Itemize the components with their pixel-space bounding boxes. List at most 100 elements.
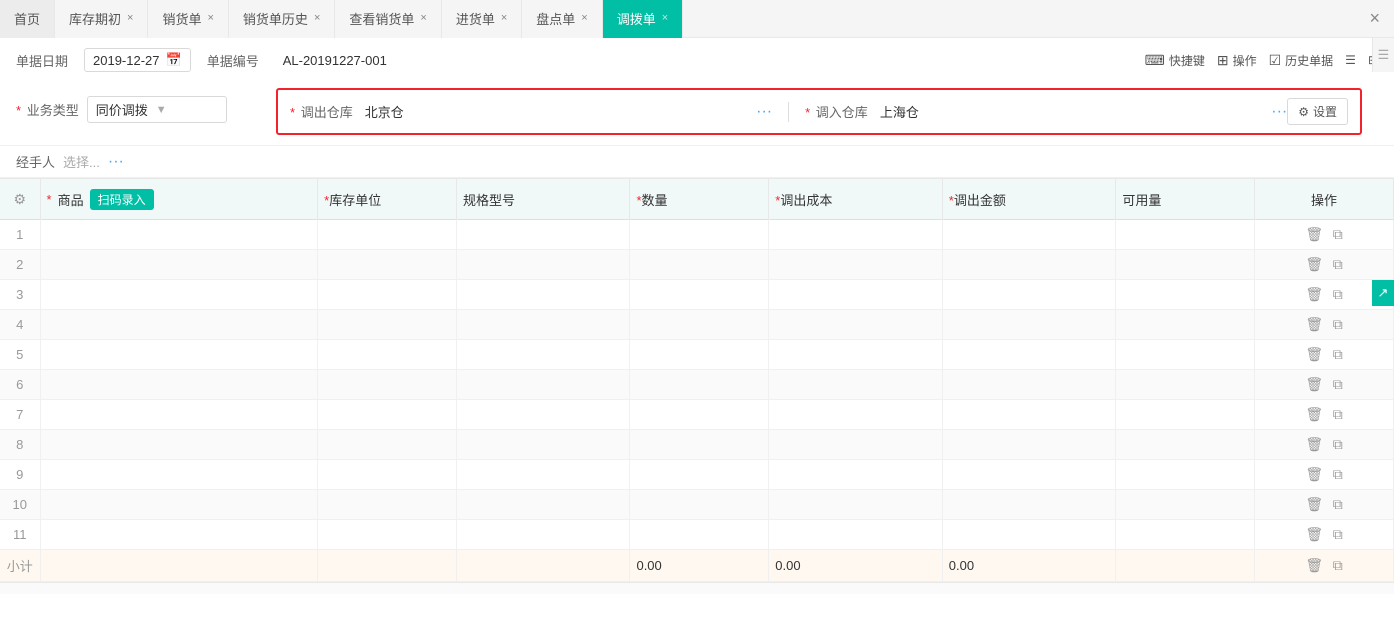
row-cost[interactable] (769, 520, 943, 550)
tab-inventory-init[interactable]: 库存期初 × (55, 0, 148, 38)
copy-icon[interactable]: ⧉ (1333, 436, 1343, 452)
tab-view-sales[interactable]: 查看销货单 × (335, 0, 441, 38)
row-unit[interactable] (318, 400, 457, 430)
row-unit[interactable] (318, 490, 457, 520)
row-cost[interactable] (769, 250, 943, 280)
row-qty[interactable] (630, 370, 769, 400)
side-doc-icon[interactable]: ☰ (1373, 42, 1394, 68)
tab-sales-history[interactable]: 销货单历史 × (229, 0, 335, 38)
delete-icon[interactable]: 🗑 (1305, 226, 1323, 242)
tab-close-inventory-count[interactable]: × (581, 13, 587, 24)
row-available[interactable] (1116, 520, 1255, 550)
biz-type-field[interactable]: 同价调拨 ▼ (87, 96, 227, 123)
operation-btn[interactable]: ⊞ 操作 (1217, 52, 1257, 69)
copy-icon[interactable]: ⧉ (1333, 316, 1343, 332)
row-available[interactable] (1116, 460, 1255, 490)
row-unit[interactable] (318, 460, 457, 490)
row-cost[interactable] (769, 370, 943, 400)
delete-icon[interactable]: 🗑 (1305, 496, 1323, 512)
row-product[interactable] (40, 460, 318, 490)
row-product[interactable] (40, 400, 318, 430)
row-cost[interactable] (769, 490, 943, 520)
tab-close-purchase-order[interactable]: × (501, 13, 507, 24)
row-amount[interactable] (942, 340, 1116, 370)
row-available[interactable] (1116, 220, 1255, 250)
row-qty[interactable] (630, 430, 769, 460)
copy-icon[interactable]: ⧉ (1333, 376, 1343, 392)
row-spec[interactable] (456, 310, 630, 340)
tab-close-sales-history[interactable]: × (314, 13, 320, 24)
row-available[interactable] (1116, 250, 1255, 280)
row-amount[interactable] (942, 400, 1116, 430)
scan-btn[interactable]: 扫码录入 (90, 189, 154, 210)
row-spec[interactable] (456, 220, 630, 250)
row-product[interactable] (40, 250, 318, 280)
row-spec[interactable] (456, 250, 630, 280)
row-product[interactable] (40, 370, 318, 400)
row-qty[interactable] (630, 460, 769, 490)
row-qty[interactable] (630, 340, 769, 370)
tab-close-inventory-init[interactable]: × (127, 13, 133, 24)
subtotal-delete-icon[interactable]: 🗑 (1305, 557, 1323, 573)
copy-icon[interactable]: ⧉ (1333, 406, 1343, 422)
row-amount[interactable] (942, 520, 1116, 550)
row-amount[interactable] (942, 370, 1116, 400)
delete-icon[interactable]: 🗑 (1305, 406, 1323, 422)
row-qty[interactable] (630, 220, 769, 250)
history-btn[interactable]: ☑ 历史单据 (1269, 52, 1334, 69)
tab-inventory-count[interactable]: 盘点单 × (522, 0, 602, 38)
copy-icon[interactable]: ⧉ (1333, 256, 1343, 272)
out-warehouse-more-btn[interactable]: ··· (756, 103, 772, 121)
row-cost[interactable] (769, 430, 943, 460)
delete-icon[interactable]: 🗑 (1305, 286, 1323, 302)
row-amount[interactable] (942, 460, 1116, 490)
tab-close-sales-order[interactable]: × (207, 13, 213, 24)
subtotal-copy-icon[interactable]: ⧉ (1333, 557, 1343, 573)
row-product[interactable] (40, 340, 318, 370)
delete-icon[interactable]: 🗑 (1305, 316, 1323, 332)
tab-transfer-order[interactable]: 调拨单 × (603, 0, 683, 38)
row-available[interactable] (1116, 340, 1255, 370)
row-available[interactable] (1116, 310, 1255, 340)
row-unit[interactable] (318, 280, 457, 310)
copy-icon[interactable]: ⧉ (1333, 286, 1343, 302)
row-cost[interactable] (769, 340, 943, 370)
row-spec[interactable] (456, 370, 630, 400)
row-unit[interactable] (318, 220, 457, 250)
delete-icon[interactable]: 🗑 (1305, 436, 1323, 452)
row-unit[interactable] (318, 430, 457, 460)
list-view-btn[interactable]: ☰ (1345, 53, 1356, 67)
row-spec[interactable] (456, 340, 630, 370)
copy-icon[interactable]: ⧉ (1333, 526, 1343, 542)
row-product[interactable] (40, 520, 318, 550)
handler-select[interactable]: 选择... (63, 152, 100, 171)
tab-close-transfer-order[interactable]: × (662, 13, 668, 24)
row-qty[interactable] (630, 490, 769, 520)
copy-icon[interactable]: ⧉ (1333, 226, 1343, 242)
row-amount[interactable] (942, 280, 1116, 310)
row-qty[interactable] (630, 310, 769, 340)
tab-sales-order[interactable]: 销货单 × (148, 0, 228, 38)
row-amount[interactable] (942, 430, 1116, 460)
row-qty[interactable] (630, 520, 769, 550)
shortcut-btn[interactable]: ⌨ 快捷键 (1145, 52, 1205, 69)
row-product[interactable] (40, 310, 318, 340)
row-cost[interactable] (769, 220, 943, 250)
row-amount[interactable] (942, 220, 1116, 250)
row-cost[interactable] (769, 460, 943, 490)
row-available[interactable] (1116, 280, 1255, 310)
row-unit[interactable] (318, 520, 457, 550)
row-available[interactable] (1116, 430, 1255, 460)
in-warehouse-more-btn[interactable]: ··· (1271, 103, 1287, 121)
col-gear-btn[interactable]: ⚙ (8, 187, 32, 211)
delete-icon[interactable]: 🗑 (1305, 346, 1323, 362)
row-qty[interactable] (630, 280, 769, 310)
row-spec[interactable] (456, 430, 630, 460)
row-amount[interactable] (942, 250, 1116, 280)
handler-more-btn[interactable]: ··· (108, 153, 124, 171)
row-spec[interactable] (456, 460, 630, 490)
copy-icon[interactable]: ⧉ (1333, 346, 1343, 362)
row-available[interactable] (1116, 400, 1255, 430)
delete-icon[interactable]: 🗑 (1305, 376, 1323, 392)
row-amount[interactable] (942, 490, 1116, 520)
